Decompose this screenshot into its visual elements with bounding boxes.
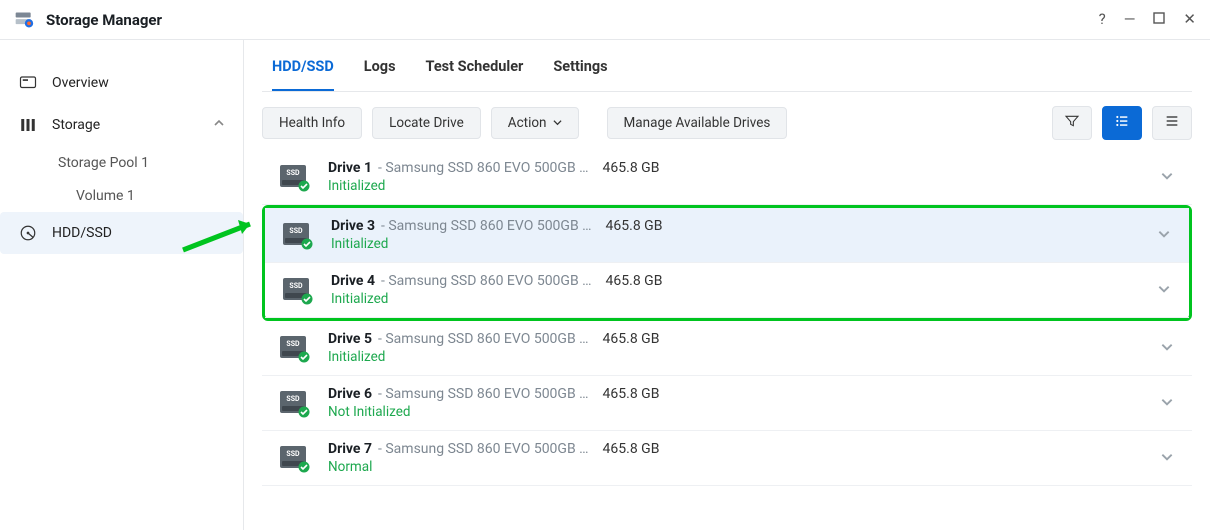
tab-scheduler[interactable]: Test Scheduler: [426, 58, 524, 91]
drive-row[interactable]: SSD Drive 7 - Samsung SSD 860 EVO 500GB …: [262, 431, 1192, 486]
drive-size: 465.8 GB: [603, 160, 660, 176]
overview-icon: [18, 73, 38, 93]
chevron-down-icon[interactable]: [1157, 281, 1171, 300]
app-title: Storage Manager: [46, 11, 162, 29]
list-icon: [1114, 113, 1130, 133]
tab-label: Test Scheduler: [426, 58, 524, 75]
button-label: Locate Drive: [389, 115, 464, 131]
drive-size: 465.8 GB: [603, 441, 660, 457]
ssd-icon: SSD: [278, 388, 312, 418]
sidebar-item-pool[interactable]: Storage Pool 1: [0, 146, 243, 180]
drive-name: Drive 6: [328, 386, 372, 402]
drive-model: - Samsung SSD 860 EVO 500GB …: [378, 441, 589, 457]
action-dropdown-button[interactable]: Action: [491, 107, 579, 139]
drive-status: Not Initialized: [328, 404, 1160, 420]
chevron-down-icon[interactable]: [1160, 394, 1174, 413]
drive-status: Initialized: [331, 291, 1157, 307]
drive-name: Drive 3: [331, 218, 375, 234]
list-view-button[interactable]: [1102, 106, 1142, 140]
tab-bar: HDD/SSD Logs Test Scheduler Settings: [262, 40, 1192, 92]
svg-text:SSD: SSD: [286, 450, 300, 458]
svg-text:SSD: SSD: [289, 282, 303, 290]
compact-view-button[interactable]: [1152, 106, 1192, 140]
minimize-icon[interactable]: —: [1124, 12, 1136, 27]
drive-name: Drive 5: [328, 331, 372, 347]
chevron-up-icon: [213, 117, 225, 133]
drive-row[interactable]: SSD Drive 4 - Samsung SSD 860 EVO 500GB …: [265, 263, 1189, 318]
button-label: Action: [508, 115, 547, 131]
storage-icon: [18, 115, 38, 135]
menu-icon: [1164, 113, 1180, 133]
drive-row[interactable]: SSD Drive 3 - Samsung SSD 860 EVO 500GB …: [265, 208, 1189, 263]
button-label: Manage Available Drives: [624, 115, 771, 131]
ssd-icon: SSD: [278, 443, 312, 473]
drive-model: - Samsung SSD 860 EVO 500GB …: [378, 160, 589, 176]
sidebar-item-overview[interactable]: Overview: [0, 62, 243, 104]
chevron-down-icon[interactable]: [1157, 226, 1171, 245]
manage-drives-button[interactable]: Manage Available Drives: [607, 107, 788, 139]
chevron-down-icon[interactable]: [1160, 449, 1174, 468]
svg-text:SSD: SSD: [289, 227, 303, 235]
health-info-button[interactable]: Health Info: [262, 107, 362, 139]
drive-model: - Samsung SSD 860 EVO 500GB …: [381, 218, 592, 234]
close-icon[interactable]: ✕: [1183, 12, 1196, 27]
drive-status: Normal: [328, 459, 1160, 475]
funnel-icon: [1064, 113, 1080, 133]
app-icon: [14, 10, 34, 30]
svg-text:SSD: SSD: [286, 169, 300, 177]
tab-settings[interactable]: Settings: [553, 58, 607, 91]
tab-label: HDD/SSD: [272, 58, 334, 75]
svg-text:SSD: SSD: [286, 395, 300, 403]
drive-size: 465.8 GB: [606, 218, 663, 234]
ssd-icon: SSD: [278, 333, 312, 363]
chevron-down-icon[interactable]: [1160, 168, 1174, 187]
ssd-icon: SSD: [281, 275, 315, 305]
sidebar-item-label: Storage: [52, 117, 100, 133]
drive-status: Initialized: [331, 236, 1157, 252]
sidebar-item-volume[interactable]: Volume 1: [0, 180, 243, 212]
content: HDD/SSD Logs Test Scheduler Settings Hea…: [244, 40, 1210, 530]
maximize-icon[interactable]: [1153, 12, 1165, 27]
drive-list: SSD Drive 1 - Samsung SSD 860 EVO 500GB …: [262, 150, 1192, 486]
drive-row[interactable]: SSD Drive 5 - Samsung SSD 860 EVO 500GB …: [262, 321, 1192, 376]
sidebar-item-hdd-ssd[interactable]: HDD/SSD: [0, 212, 243, 254]
titlebar: Storage Manager ? — ✕: [0, 0, 1210, 40]
toolbar: Health Info Locate Drive Action Manage A…: [262, 92, 1192, 150]
chevron-down-icon[interactable]: [1160, 339, 1174, 358]
help-icon[interactable]: ?: [1099, 12, 1106, 27]
drive-size: 465.8 GB: [603, 331, 660, 347]
drive-name: Drive 7: [328, 441, 372, 457]
sidebar-item-label: Storage Pool 1: [58, 155, 149, 171]
tab-logs[interactable]: Logs: [364, 58, 396, 91]
tab-label: Settings: [553, 58, 607, 75]
hdd-icon: [18, 223, 38, 243]
sidebar-item-storage[interactable]: Storage: [0, 104, 243, 146]
drive-status: Initialized: [328, 178, 1160, 194]
drive-model: - Samsung SSD 860 EVO 500GB …: [381, 273, 592, 289]
svg-text:SSD: SSD: [286, 340, 300, 348]
ssd-icon: SSD: [281, 220, 315, 250]
drive-size: 465.8 GB: [603, 386, 660, 402]
drive-size: 465.8 GB: [606, 273, 663, 289]
tab-label: Logs: [364, 58, 396, 75]
drive-status: Initialized: [328, 349, 1160, 365]
sidebar-item-label: Volume 1: [76, 188, 135, 204]
caret-down-icon: [553, 115, 562, 131]
locate-drive-button[interactable]: Locate Drive: [372, 107, 481, 139]
sidebar-item-label: Overview: [52, 75, 109, 91]
highlight-annotation: SSD Drive 3 - Samsung SSD 860 EVO 500GB …: [262, 205, 1192, 321]
drive-row[interactable]: SSD Drive 6 - Samsung SSD 860 EVO 500GB …: [262, 376, 1192, 431]
ssd-icon: SSD: [278, 162, 312, 192]
drive-name: Drive 1: [328, 160, 372, 176]
filter-button[interactable]: [1052, 106, 1092, 140]
drive-name: Drive 4: [331, 273, 375, 289]
tab-hdd-ssd[interactable]: HDD/SSD: [272, 58, 334, 91]
drive-row[interactable]: SSD Drive 1 - Samsung SSD 860 EVO 500GB …: [262, 150, 1192, 205]
button-label: Health Info: [279, 115, 345, 131]
drive-model: - Samsung SSD 860 EVO 500GB …: [378, 331, 589, 347]
sidebar-item-label: HDD/SSD: [52, 225, 112, 241]
sidebar: Overview Storage Storage Pool 1 Volume 1…: [0, 40, 244, 530]
drive-model: - Samsung SSD 860 EVO 500GB …: [378, 386, 589, 402]
